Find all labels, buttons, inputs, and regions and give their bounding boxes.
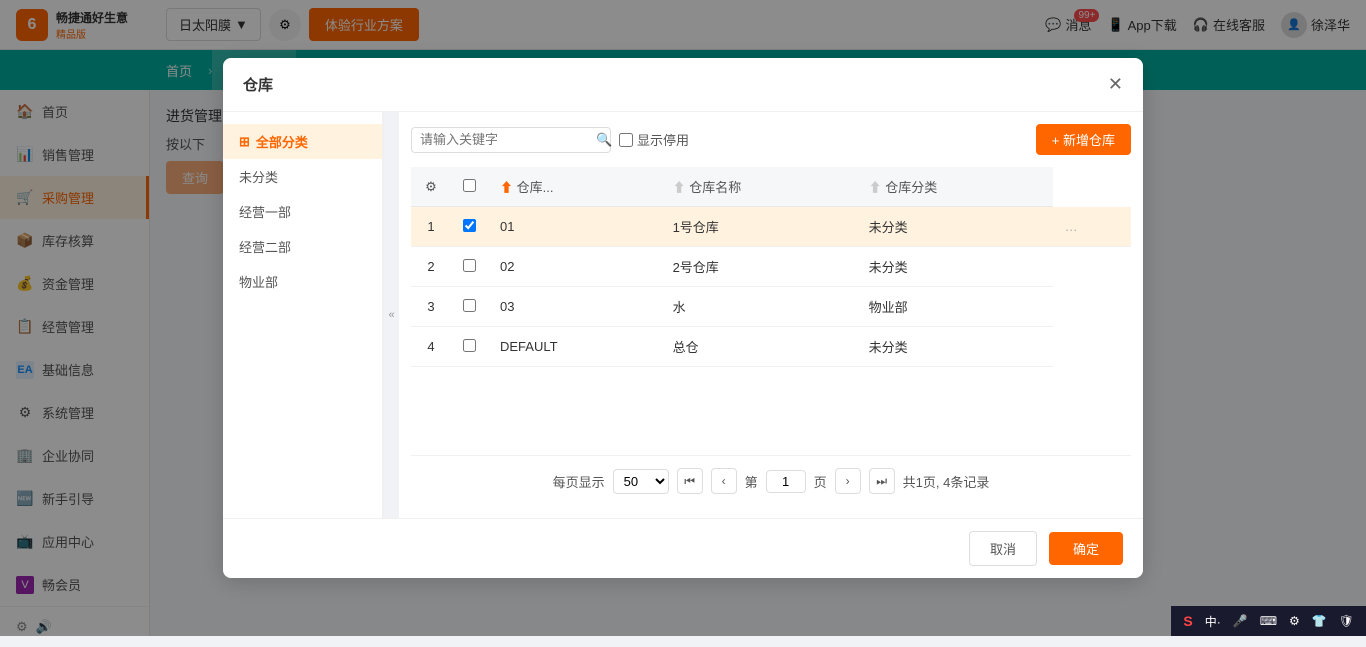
settings-col-icon: ⚙	[425, 179, 437, 194]
prev-page-button[interactable]: ‹	[711, 468, 737, 494]
page-number-input[interactable]: 1	[766, 470, 806, 493]
category-all-label: 全部分类	[256, 132, 308, 151]
row-category: 物业部	[857, 287, 1053, 327]
sort-icon: ⬆	[500, 180, 513, 195]
pagination: 每页显示 50 10 20 100 ⏮ ‹ 第 1 页 › ⏭ 共1页, 4条记…	[411, 455, 1131, 506]
table-panel: 🔍 显示停用 + 新增仓库 ⚙	[399, 112, 1143, 518]
col-cat-sort-icon: ⬆	[869, 180, 882, 195]
next-page-button[interactable]: ›	[835, 468, 861, 494]
row-num: 2	[411, 247, 451, 287]
row-category: 未分类	[857, 247, 1053, 287]
modal-close-button[interactable]: ✕	[1108, 74, 1123, 95]
confirm-button[interactable]: 确定	[1049, 532, 1123, 565]
table-row[interactable]: 3 03 水 物业部	[411, 287, 1131, 327]
col-category: ⬆ 仓库分类	[857, 167, 1053, 207]
category-item-dept1[interactable]: 经营一部	[223, 194, 382, 229]
grid-icon: ⊞	[239, 134, 250, 150]
row-checkbox[interactable]	[451, 207, 488, 247]
modal-overlay: 仓库 ✕ ⊞ 全部分类 未分类 经营一部	[0, 0, 1366, 636]
page-total: 共1页, 4条记录	[903, 472, 990, 491]
table-row[interactable]: 4 DEFAULT 总仓 未分类	[411, 327, 1131, 367]
last-page-button[interactable]: ⏭	[869, 468, 895, 494]
page-size-select[interactable]: 50 10 20 100	[613, 469, 669, 494]
add-warehouse-button[interactable]: + 新增仓库	[1036, 124, 1131, 155]
col-name-sort-icon: ⬆	[673, 180, 686, 195]
modal-footer: 取消 确定	[223, 518, 1143, 578]
status-shield-icon: 🛡	[1339, 614, 1354, 628]
row-category: 未分类	[857, 207, 1053, 247]
status-bar: S 中· 🎤 ⌨ ⚙ 👕 🛡	[1171, 606, 1366, 636]
modal-body: ⊞ 全部分类 未分类 经营一部 经营二部 物业部	[223, 112, 1143, 518]
table-row[interactable]: 1 01 1号仓库 未分类 …	[411, 207, 1131, 247]
category-item-property[interactable]: 物业部	[223, 264, 382, 299]
warehouse-table: ⚙ ⬆ 仓库... ⬆ 仓库名称	[411, 167, 1131, 367]
row-checkbox[interactable]	[451, 247, 488, 287]
status-settings-icon[interactable]: ⚙	[1289, 614, 1300, 628]
row-name: 1号仓库	[661, 207, 857, 247]
status-text: 中·	[1205, 613, 1221, 630]
status-logo: S	[1183, 613, 1192, 629]
category-all[interactable]: ⊞ 全部分类	[223, 124, 382, 159]
col-settings: ⚙	[411, 167, 451, 207]
page-label: 第	[745, 472, 758, 491]
category-panel-wrap: ⊞ 全部分类 未分类 经营一部 经营二部 物业部	[223, 112, 399, 518]
row-select-checkbox[interactable]	[463, 339, 476, 352]
cancel-button[interactable]: 取消	[969, 531, 1037, 566]
row-code: 03	[488, 287, 661, 327]
category-item-dept2[interactable]: 经营二部	[223, 229, 382, 264]
show-disabled-text: 显示停用	[637, 130, 689, 149]
row-name: 2号仓库	[661, 247, 857, 287]
search-icon[interactable]: 🔍	[596, 132, 612, 148]
row-select-checkbox[interactable]	[463, 219, 476, 232]
row-actions[interactable]: …	[1053, 207, 1131, 247]
row-select-checkbox[interactable]	[463, 299, 476, 312]
row-code: 02	[488, 247, 661, 287]
row-category: 未分类	[857, 327, 1053, 367]
row-checkbox[interactable]	[451, 287, 488, 327]
search-input[interactable]	[420, 132, 596, 147]
select-all-checkbox[interactable]	[463, 179, 476, 192]
row-code: DEFAULT	[488, 327, 661, 367]
show-disabled-checkbox[interactable]	[619, 133, 633, 147]
category-item-unclassified[interactable]: 未分类	[223, 159, 382, 194]
search-wrap: 🔍	[411, 127, 611, 153]
col-checkbox	[451, 167, 488, 207]
modal-title: 仓库	[243, 74, 273, 95]
first-page-button[interactable]: ⏮	[677, 468, 703, 494]
row-name: 总仓	[661, 327, 857, 367]
row-select-checkbox[interactable]	[463, 259, 476, 272]
table-row[interactable]: 2 02 2号仓库 未分类	[411, 247, 1131, 287]
row-code: 01	[488, 207, 661, 247]
page-unit: 页	[814, 472, 827, 491]
status-mic-icon[interactable]: 🎤	[1233, 614, 1248, 628]
status-shirt-icon: 👕	[1312, 614, 1327, 628]
row-checkbox[interactable]	[451, 327, 488, 367]
warehouse-modal: 仓库 ✕ ⊞ 全部分类 未分类 经营一部	[223, 58, 1143, 578]
table-toolbar: 🔍 显示停用 + 新增仓库	[411, 124, 1131, 155]
category-panel: ⊞ 全部分类 未分类 经营一部 经营二部 物业部	[223, 112, 383, 518]
row-num: 3	[411, 287, 451, 327]
page-size-label: 每页显示	[553, 472, 605, 491]
col-name: ⬆ 仓库名称	[661, 167, 857, 207]
row-num: 4	[411, 327, 451, 367]
col-code: ⬆ 仓库...	[488, 167, 661, 207]
collapse-panel-button[interactable]: «	[383, 112, 399, 518]
show-disabled-label: 显示停用	[619, 130, 689, 149]
modal-header: 仓库 ✕	[223, 58, 1143, 112]
row-name: 水	[661, 287, 857, 327]
status-keyboard-icon[interactable]: ⌨	[1260, 614, 1277, 628]
row-num: 1	[411, 207, 451, 247]
